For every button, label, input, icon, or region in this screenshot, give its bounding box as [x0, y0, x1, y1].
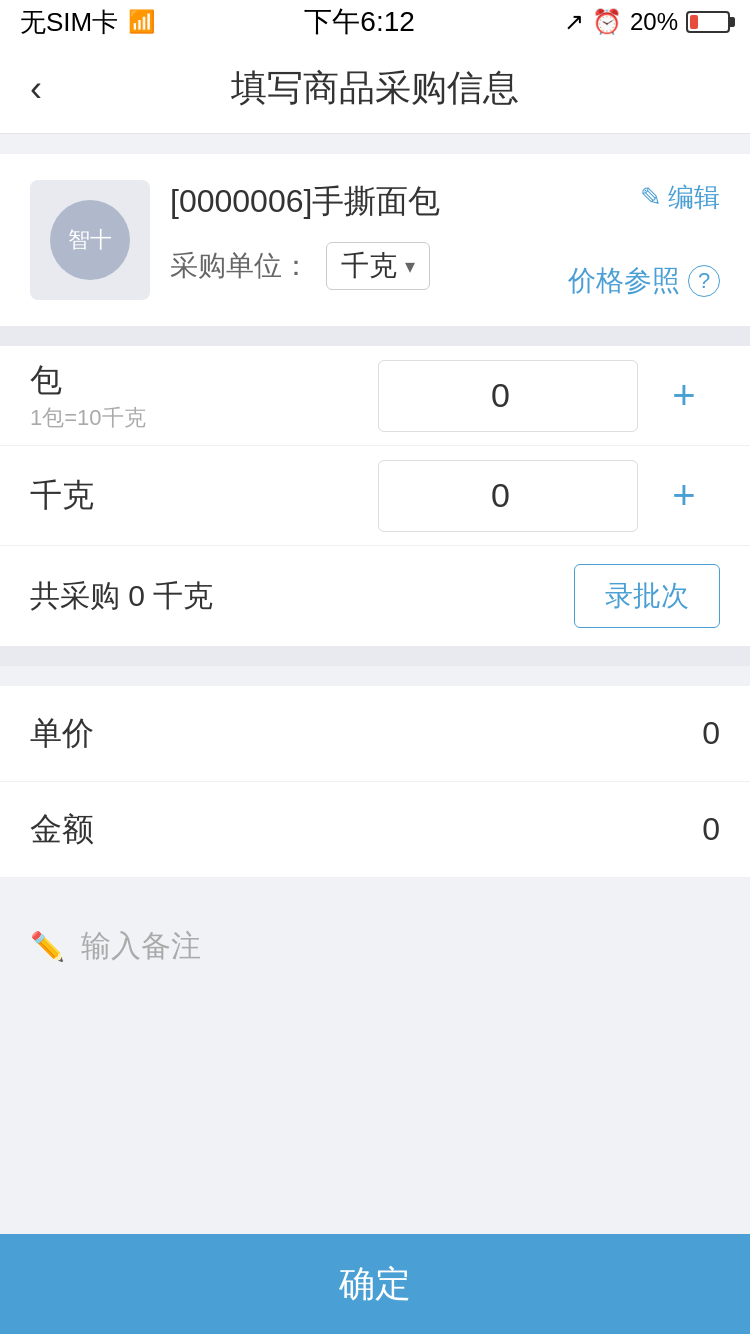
pencil-icon: ✏️: [30, 930, 65, 963]
location-icon: ↗: [564, 8, 584, 36]
bag-label-sub: 1包=10千克: [30, 403, 210, 433]
wifi-icon: 📶: [128, 9, 155, 35]
edit-label: 编辑: [668, 180, 720, 215]
summary-text: 共采购 0 千克: [30, 576, 574, 617]
bottom-padding: [0, 1134, 750, 1234]
back-button[interactable]: ‹: [30, 68, 42, 110]
status-bar: 无SIM卡 📶 下午6:12 ↗ ⏰ 20%: [0, 0, 750, 44]
amount-row: 金额 0: [0, 782, 750, 878]
bag-plus-button[interactable]: +: [648, 360, 720, 432]
unit-label: 采购单位：: [170, 247, 310, 285]
unit-price-label: 单价: [30, 712, 702, 756]
content-area: 智十 [0000006]手撕面包 采购单位： 千克 ▾ ✎ 编辑 价格参照 ?: [0, 134, 750, 1234]
battery-percent: 20%: [630, 8, 678, 36]
unit-price-value: 0: [702, 715, 720, 752]
divider-1: [0, 326, 750, 346]
kg-label: 千克: [30, 474, 210, 518]
bag-label-main: 包: [30, 359, 210, 403]
note-placeholder: 输入备注: [81, 926, 201, 967]
bag-label: 包 1包=10千克: [30, 359, 210, 433]
chevron-down-icon: ▾: [405, 254, 415, 278]
status-carrier: 无SIM卡 📶: [20, 5, 155, 40]
kg-label-main: 千克: [30, 474, 210, 518]
product-card: 智十 [0000006]手撕面包 采购单位： 千克 ▾ ✎ 编辑 价格参照 ?: [0, 154, 750, 326]
price-ref-label: 价格参照: [568, 262, 680, 300]
quantity-section: 包 1包=10千克 + 千克 +: [0, 346, 750, 546]
product-logo-text: 智十: [68, 225, 112, 255]
confirm-button[interactable]: 确定: [339, 1260, 411, 1309]
unit-price-row: 单价 0: [0, 686, 750, 782]
help-icon: ?: [688, 265, 720, 297]
amount-value: 0: [702, 811, 720, 848]
unit-value: 千克: [341, 247, 397, 285]
page-title: 填写商品采购信息: [231, 64, 519, 113]
price-ref-button[interactable]: 价格参照 ?: [568, 262, 720, 300]
bag-input-right: +: [210, 360, 720, 432]
alarm-icon: ⏰: [592, 8, 622, 36]
note-section[interactable]: ✏️ 输入备注: [0, 898, 750, 995]
bag-quantity-row: 包 1包=10千克 +: [0, 346, 750, 446]
batch-button[interactable]: 录批次: [574, 564, 720, 628]
edit-icon: ✎: [640, 182, 662, 213]
summary-value: 0: [128, 579, 153, 612]
content-spacer: [0, 995, 750, 1134]
kg-input-right: +: [210, 460, 720, 532]
status-time: 下午6:12: [304, 3, 415, 41]
product-name: [0000006]手撕面包: [170, 180, 720, 224]
summary-unit: 千克: [153, 579, 213, 612]
summary-prefix: 共采购: [30, 579, 120, 612]
bag-quantity-input[interactable]: [378, 360, 638, 432]
divider-2: [0, 646, 750, 666]
edit-button[interactable]: ✎ 编辑: [640, 180, 720, 215]
confirm-bar[interactable]: 确定: [0, 1234, 750, 1334]
amount-label: 金额: [30, 808, 702, 852]
product-image: 智十: [30, 180, 150, 300]
nav-bar: ‹ 填写商品采购信息: [0, 44, 750, 134]
carrier-text: 无SIM卡: [20, 5, 118, 40]
battery-icon: [686, 11, 730, 33]
product-logo: 智十: [50, 200, 130, 280]
price-section: 单价 0 金额 0: [0, 686, 750, 878]
kg-plus-button[interactable]: +: [648, 460, 720, 532]
summary-row: 共采购 0 千克 录批次: [0, 546, 750, 646]
kg-quantity-row: 千克 +: [0, 446, 750, 546]
kg-quantity-input[interactable]: [378, 460, 638, 532]
unit-select[interactable]: 千克 ▾: [326, 242, 430, 290]
status-right: ↗ ⏰ 20%: [564, 8, 730, 36]
